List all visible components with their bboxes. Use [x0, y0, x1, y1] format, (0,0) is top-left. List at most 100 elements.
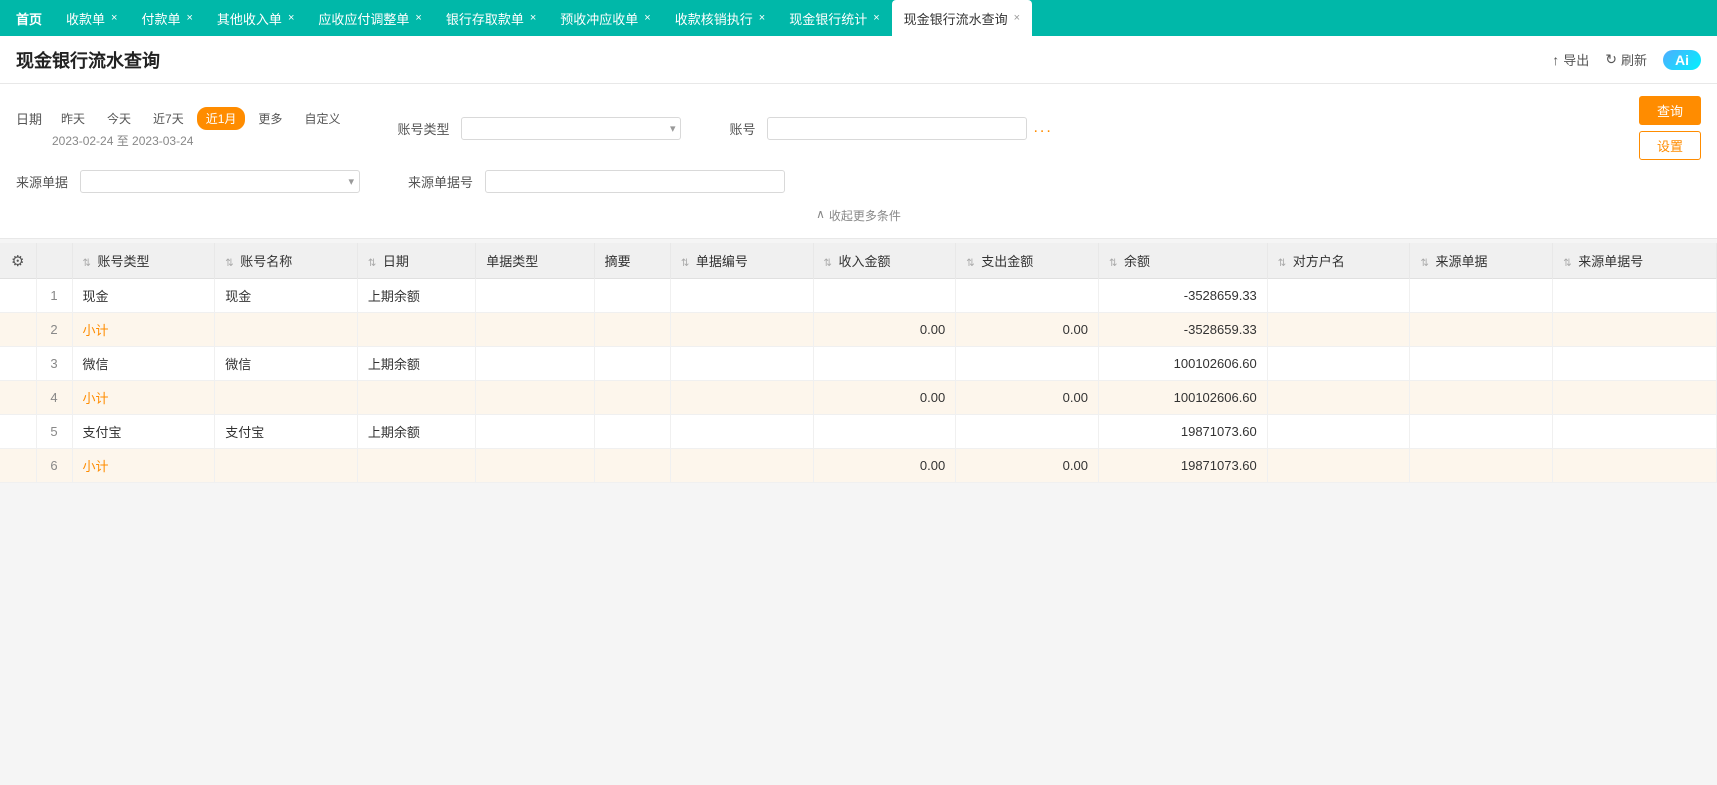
close-cash-stat[interactable]: × [873, 12, 879, 24]
cell-rownum: 3 [36, 347, 72, 381]
cell-balance: -3528659.33 [1098, 279, 1267, 313]
cell-doc-type [476, 313, 594, 347]
close-payments[interactable]: × [186, 12, 192, 24]
nav-cash-stat[interactable]: 现金银行统计 × [777, 0, 891, 36]
close-cash-flow[interactable]: × [1014, 12, 1020, 24]
col-source-doc[interactable]: ⇅ 来源单据 [1410, 243, 1553, 279]
cell-account-name [215, 449, 358, 483]
nav-receipts[interactable]: 收款单 × [54, 0, 129, 36]
date-filter-group: 日期 昨天 今天 近7天 近1月 更多 自定义 2023-02-24 至 202… [16, 107, 349, 149]
cell-source-doc [1410, 381, 1553, 415]
col-date[interactable]: ⇅ 日期 [357, 243, 475, 279]
col-summary: 摘要 [594, 243, 670, 279]
filter-row-1: 日期 昨天 今天 近7天 近1月 更多 自定义 2023-02-24 至 202… [16, 96, 1701, 160]
cell-balance: 19871073.60 [1098, 449, 1267, 483]
table-header-row: ⚙ ⇅ 账号类型 ⇅ 账号名称 ⇅ 日期 单据类型 [0, 243, 1717, 279]
date-btn-more[interactable]: 更多 [249, 107, 291, 130]
col-balance[interactable]: ⇅ 余额 [1098, 243, 1267, 279]
col-doc-no[interactable]: ⇅ 单据编号 [670, 243, 813, 279]
cell-counterpart [1267, 415, 1410, 449]
date-btn-custom[interactable]: 自定义 [295, 107, 349, 130]
query-button[interactable]: 查询 [1639, 96, 1701, 125]
nav-cash-flow[interactable]: 现金银行流水查询 × [892, 0, 1032, 36]
cell-counterpart [1267, 381, 1410, 415]
gear-icon[interactable]: ⚙ [11, 253, 24, 270]
close-other-income[interactable]: × [288, 12, 294, 24]
col-income[interactable]: ⇅ 收入金额 [813, 243, 956, 279]
source-doc-select[interactable] [80, 170, 360, 193]
cell-source-doc [1410, 449, 1553, 483]
refresh-button[interactable]: ↻ 刷新 [1605, 50, 1647, 69]
cell-source-doc-no [1553, 415, 1717, 449]
cell-balance: 100102606.60 [1098, 381, 1267, 415]
cell-rownum: 1 [36, 279, 72, 313]
cell-expense: 0.00 [956, 313, 1099, 347]
cell-account-type: 微信 [72, 347, 215, 381]
col-counterpart[interactable]: ⇅ 对方户名 [1267, 243, 1410, 279]
cell-doc-type [476, 381, 594, 415]
col-source-doc-no[interactable]: ⇅ 来源单据号 [1553, 243, 1717, 279]
table-row: 4 小计 0.00 0.00 100102606.60 [0, 381, 1717, 415]
date-btn-yesterday[interactable]: 昨天 [52, 107, 94, 130]
filter-area: 日期 昨天 今天 近7天 近1月 更多 自定义 2023-02-24 至 202… [0, 84, 1717, 239]
date-btn-1month[interactable]: 近1月 [197, 107, 246, 130]
nav-writeoff[interactable]: 收款核销执行 × [663, 0, 777, 36]
cell-balance: -3528659.33 [1098, 313, 1267, 347]
close-receipts[interactable]: × [111, 12, 117, 24]
nav-payments[interactable]: 付款单 × [129, 0, 204, 36]
collapse-filters-button[interactable]: ∧ 收起更多条件 [16, 203, 1701, 230]
account-type-select[interactable] [461, 117, 681, 140]
ai-badge[interactable]: Ai [1663, 50, 1701, 70]
collapse-up-icon: ∧ [816, 207, 825, 224]
nav-home[interactable]: 首页 [4, 0, 54, 36]
account-type-label: 账号类型 [397, 119, 449, 138]
source-doc-filter: 来源单据 ▾ [16, 170, 360, 193]
export-button[interactable]: ↑ 导出 [1552, 50, 1589, 69]
cell-doc-type [476, 449, 594, 483]
cell-source-doc-no [1553, 347, 1717, 381]
nav-other-income[interactable]: 其他收入单 × [205, 0, 306, 36]
cell-balance: 19871073.60 [1098, 415, 1267, 449]
cell-date: 上期余额 [357, 347, 475, 381]
cell-date [357, 449, 475, 483]
cell-gear [0, 415, 36, 449]
nav-ar-ap-adjust[interactable]: 应收应付调整单 × [306, 0, 433, 36]
cell-expense [956, 347, 1099, 381]
cell-rownum: 2 [36, 313, 72, 347]
close-writeoff[interactable]: × [759, 12, 765, 24]
nav-prepaid[interactable]: 预收冲应收单 × [548, 0, 662, 36]
cell-source-doc-no [1553, 279, 1717, 313]
close-bank-deposit[interactable]: × [530, 12, 536, 24]
account-input[interactable] [767, 117, 1027, 140]
cell-counterpart [1267, 313, 1410, 347]
cell-account-type: 小计 [72, 381, 215, 415]
col-gear[interactable]: ⚙ [0, 243, 36, 279]
date-btn-today[interactable]: 今天 [98, 107, 140, 130]
table-row: 1 现金 现金 上期余额 -3528659.33 [0, 279, 1717, 313]
sort-arrows-balance: ⇅ [1109, 258, 1117, 269]
cell-income [813, 347, 956, 381]
sort-arrows-doc-no: ⇅ [681, 258, 689, 269]
settings-button[interactable]: 设置 [1639, 131, 1701, 160]
cell-doc-type [476, 347, 594, 381]
cell-income [813, 415, 956, 449]
account-dots-button[interactable]: ... [1033, 119, 1052, 137]
close-prepaid[interactable]: × [644, 12, 650, 24]
source-doc-no-input[interactable] [485, 170, 785, 193]
table-row: 3 微信 微信 上期余额 100102606.60 [0, 347, 1717, 381]
cell-expense [956, 415, 1099, 449]
cell-rownum: 4 [36, 381, 72, 415]
cell-account-name: 现金 [215, 279, 358, 313]
col-expense[interactable]: ⇅ 支出金额 [956, 243, 1099, 279]
close-ar-ap-adjust[interactable]: × [415, 12, 421, 24]
col-account-name[interactable]: ⇅ 账号名称 [215, 243, 358, 279]
cell-income: 0.00 [813, 313, 956, 347]
col-account-type[interactable]: ⇅ 账号类型 [72, 243, 215, 279]
date-btn-7days[interactable]: 近7天 [144, 107, 193, 130]
nav-bank-deposit[interactable]: 银行存取款单 × [434, 0, 548, 36]
cell-source-doc [1410, 415, 1553, 449]
source-doc-label: 来源单据 [16, 172, 68, 191]
cell-source-doc-no [1553, 313, 1717, 347]
source-doc-select-wrapper: ▾ [80, 170, 360, 193]
cell-doc-no [670, 347, 813, 381]
